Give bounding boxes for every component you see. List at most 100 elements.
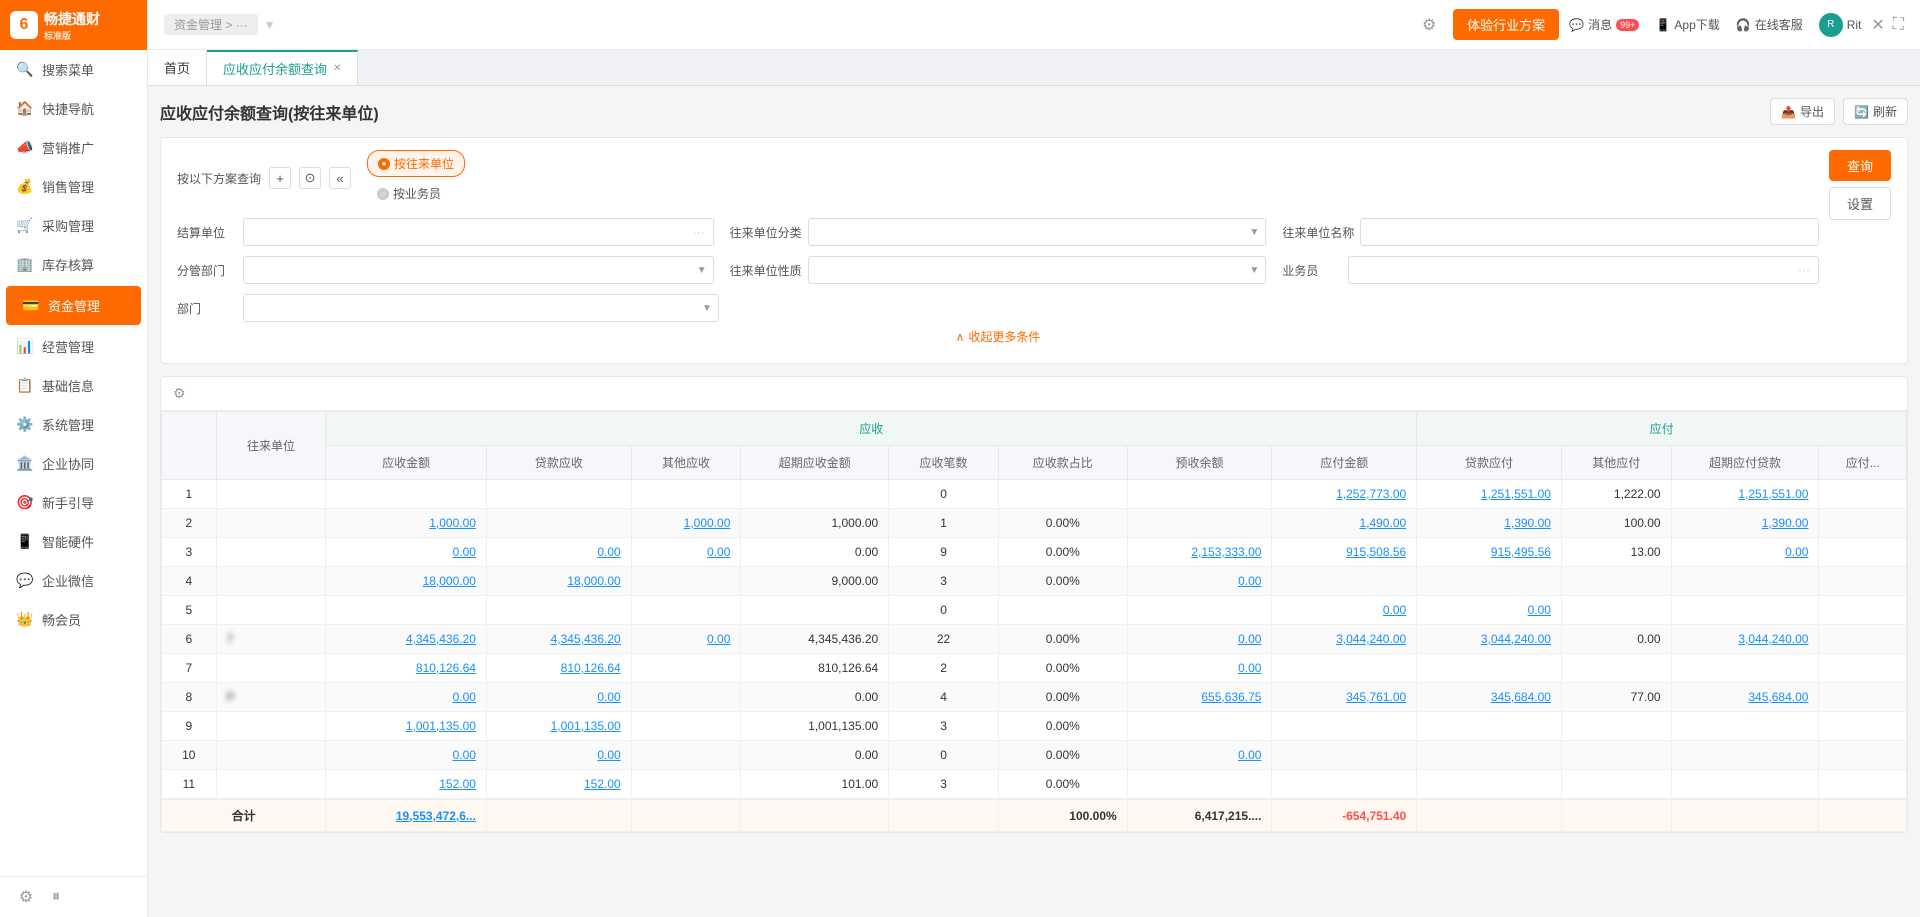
table-cell[interactable]	[1127, 509, 1272, 538]
table-cell[interactable]	[631, 654, 741, 683]
table-cell[interactable]: 3,044,240.00	[1272, 625, 1417, 654]
table-cell[interactable]: 345,761.00	[1272, 683, 1417, 712]
dept-select[interactable]: ▼	[243, 294, 719, 322]
table-cell[interactable]: 18,000.00	[486, 567, 631, 596]
table-cell[interactable]	[1671, 654, 1819, 683]
table-cell[interactable]: 1,251,551.00	[1671, 480, 1819, 509]
table-cell[interactable]: 810,126.64	[326, 654, 487, 683]
settlement-input[interactable]: ···	[243, 218, 714, 246]
table-cell[interactable]	[1417, 712, 1562, 741]
online-support-button[interactable]: 🎧 在线客服	[1736, 16, 1803, 33]
table-cell[interactable]: 152.00	[326, 770, 487, 800]
table-cell[interactable]	[1671, 712, 1819, 741]
table-cell[interactable]	[631, 770, 741, 800]
table-cell[interactable]: 1,001,135.00	[486, 712, 631, 741]
table-cell[interactable]: 1,251,551.00	[1417, 480, 1562, 509]
salesperson-dots[interactable]: ···	[1798, 263, 1810, 277]
table-cell[interactable]: 4,345,436.20	[326, 625, 487, 654]
collapse-bar[interactable]: ∧ 收起更多条件	[177, 322, 1819, 351]
tab-close-icon[interactable]: ✕	[333, 63, 341, 74]
table-cell[interactable]: 655,636.75	[1127, 683, 1272, 712]
table-cell[interactable]	[1417, 770, 1562, 800]
table-cell[interactable]: 1,390.00	[1417, 509, 1562, 538]
table-cell[interactable]	[1127, 480, 1272, 509]
table-cell[interactable]: 0.00	[1272, 596, 1417, 625]
gear-icon[interactable]: ⚙	[1415, 11, 1443, 39]
edit-scheme-button[interactable]: ⊙	[299, 167, 321, 189]
add-scheme-button[interactable]: +	[269, 167, 291, 189]
table-cell[interactable]: 18,000.00	[326, 567, 487, 596]
table-cell[interactable]	[1127, 596, 1272, 625]
table-cell[interactable]: 0.00	[326, 683, 487, 712]
query-button[interactable]: 查询	[1829, 150, 1891, 181]
table-cell[interactable]	[486, 480, 631, 509]
back-scheme-button[interactable]: «	[329, 167, 351, 189]
settlement-dots[interactable]: ···	[693, 225, 705, 239]
sidebar-item-quick-nav[interactable]: 🏠 快捷导航	[0, 89, 147, 128]
table-cell[interactable]	[1127, 770, 1272, 800]
table-cell[interactable]	[1272, 770, 1417, 800]
sidebar-item-inventory[interactable]: 🏢 库存核算	[0, 245, 147, 284]
table-cell[interactable]	[1671, 741, 1819, 770]
sidebar-item-member[interactable]: 👑 畅会员	[0, 600, 147, 639]
table-cell[interactable]	[1272, 654, 1417, 683]
tab-ar-ap[interactable]: 应收应付余额查询 ✕	[207, 50, 358, 85]
settings-bottom-icon[interactable]: ⚙	[16, 887, 36, 907]
table-cell[interactable]	[1127, 712, 1272, 741]
table-cell[interactable]	[1417, 654, 1562, 683]
sidebar-item-search[interactable]: 🔍 搜索菜单	[0, 50, 147, 89]
table-cell[interactable]: 152.00	[486, 770, 631, 800]
table-cell[interactable]	[631, 480, 741, 509]
table-cell[interactable]: 0.00	[326, 538, 487, 567]
sidebar-item-base-info[interactable]: 📋 基础信息	[0, 366, 147, 405]
table-cell[interactable]: 810,126.64	[486, 654, 631, 683]
table-cell[interactable]	[631, 567, 741, 596]
table-cell[interactable]	[1272, 712, 1417, 741]
table-cell[interactable]	[1417, 567, 1562, 596]
table-cell[interactable]: 1,000.00	[326, 509, 487, 538]
sidebar-item-finance[interactable]: 💳 资金管理	[6, 286, 141, 325]
table-cell[interactable]: 4,345,436.20	[486, 625, 631, 654]
sidebar-item-purchase[interactable]: 🛒 采购管理	[0, 206, 147, 245]
table-cell[interactable]: 1,000.00	[631, 509, 741, 538]
table-cell[interactable]: 0.00	[486, 683, 631, 712]
table-cell[interactable]: 345,684.00	[1671, 683, 1819, 712]
table-cell[interactable]: 0.00	[631, 538, 741, 567]
table-cell[interactable]: 0.00	[1671, 538, 1819, 567]
table-cell[interactable]	[1272, 741, 1417, 770]
total-ar-amount[interactable]: 19,553,472,6...	[326, 799, 487, 832]
table-cell[interactable]: 0.00	[631, 625, 741, 654]
table-cell[interactable]	[1671, 567, 1819, 596]
collapse-sidebar-icon[interactable]: ⏸	[46, 887, 66, 907]
table-cell[interactable]: 3,044,240.00	[1671, 625, 1819, 654]
table-cell[interactable]	[1272, 567, 1417, 596]
table-cell[interactable]: 0.00	[326, 741, 487, 770]
table-cell[interactable]: 915,495.56	[1417, 538, 1562, 567]
table-cell[interactable]: 0.00	[1127, 741, 1272, 770]
table-cell[interactable]: 345,684.00	[1417, 683, 1562, 712]
table-cell[interactable]: 1,390.00	[1671, 509, 1819, 538]
table-cell[interactable]	[1671, 770, 1819, 800]
maximize-window-icon[interactable]: ⛶	[1893, 16, 1904, 34]
scheme-by-salesperson[interactable]: ○ 按业务员	[367, 181, 465, 206]
table-cell[interactable]: 0.00	[1127, 567, 1272, 596]
partner-category-select[interactable]: ▼	[808, 218, 1267, 246]
sidebar-item-smart-hw[interactable]: 📱 智能硬件	[0, 522, 147, 561]
export-button[interactable]: 📤 导出	[1770, 98, 1835, 125]
table-cell[interactable]: 0.00	[1417, 596, 1562, 625]
table-cell[interactable]: 1,001,135.00	[326, 712, 487, 741]
table-cell[interactable]: 1,490.00	[1272, 509, 1417, 538]
table-cell[interactable]: 915,508.56	[1272, 538, 1417, 567]
dept-manager-select[interactable]: ▼	[243, 256, 714, 284]
table-cell[interactable]	[326, 596, 487, 625]
table-cell[interactable]	[631, 683, 741, 712]
close-window-icon[interactable]: ✕	[1871, 15, 1884, 35]
sidebar-item-sales[interactable]: 💰 销售管理	[0, 167, 147, 206]
scheme-by-partner[interactable]: ● 按往来单位	[367, 150, 465, 177]
partner-nature-select[interactable]: ▼	[808, 256, 1267, 284]
sidebar-item-enterprise[interactable]: 🏛️ 企业协同	[0, 444, 147, 483]
salesperson-input[interactable]: ···	[1348, 256, 1819, 284]
table-cell[interactable]	[1417, 741, 1562, 770]
table-cell[interactable]	[326, 480, 487, 509]
sidebar-item-system[interactable]: ⚙️ 系统管理	[0, 405, 147, 444]
